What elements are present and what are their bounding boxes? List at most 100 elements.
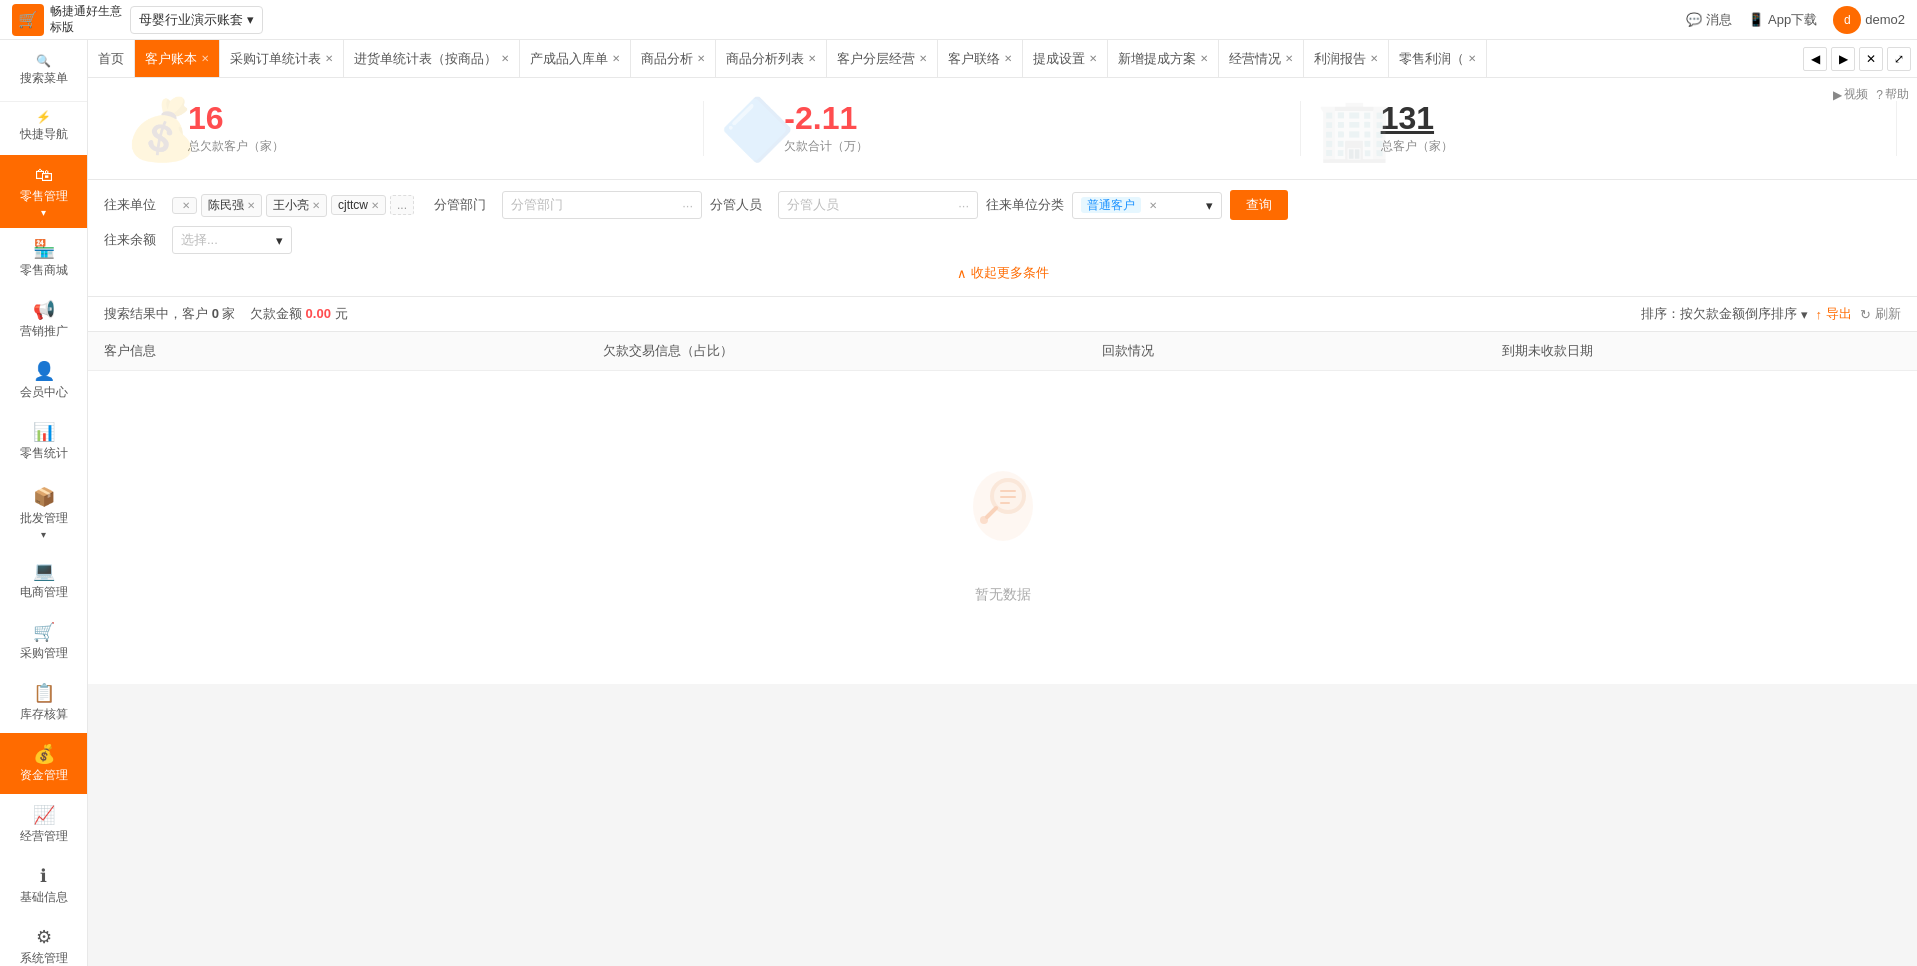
tab-prev-button[interactable]: ◀ (1803, 47, 1827, 71)
tab-close-product-analysis-list[interactable]: ✕ (808, 53, 816, 64)
sidebar-item-retail-mall[interactable]: 🏪 零售商城 (0, 228, 87, 289)
marketing-icon: 📢 (33, 299, 55, 321)
staff-select[interactable]: 分管人员 ··· (778, 191, 978, 219)
sidebar-search-area: 🔍 搜索菜单 (0, 40, 87, 102)
tag-wang-close[interactable]: ✕ (312, 200, 320, 211)
sidebar-item-basic-info[interactable]: ℹ 基础信息 (0, 855, 87, 916)
tab-customer-contact[interactable]: 客户联络 ✕ (938, 40, 1023, 78)
sidebar: 🔍 搜索菜单 ⚡ 快捷导航 🛍 零售管理 ▾ 🏪 零售商城 📢 营销推广 👤 会… (0, 40, 88, 966)
tab-home[interactable]: 首页 (88, 40, 135, 78)
unit-category-label: 往来单位分类 (986, 196, 1064, 214)
tag-more[interactable]: ... (390, 195, 414, 215)
tab-close-purchase-incoming[interactable]: ✕ (501, 53, 509, 64)
sidebar-item-member-center[interactable]: 👤 会员中心 (0, 350, 87, 411)
dept-select[interactable]: 分管部门 ··· (502, 191, 702, 219)
video-help-button[interactable]: ▶ 视频 (1833, 86, 1868, 103)
tag-empty-close[interactable]: ✕ (182, 200, 190, 211)
sidebar-item-finance[interactable]: 💰 资金管理 (0, 733, 87, 794)
tab-close-profit-report[interactable]: ✕ (1370, 53, 1378, 64)
avatar: d (1833, 6, 1861, 34)
filter-row-1: 往来单位 ✕ 陈民强 ✕ 王小亮 ✕ (104, 190, 1901, 220)
refresh-button[interactable]: ↻ 刷新 (1860, 305, 1901, 323)
quick-nav-button[interactable]: ⚡ 快捷导航 (0, 102, 87, 151)
sidebar-item-inventory[interactable]: 📋 库存核算 (0, 672, 87, 733)
top-bar: 🛒 畅捷通好生意 标版 母婴行业演示账套 ▾ 💬 消息 📱 App下载 d de… (0, 0, 1917, 40)
export-button[interactable]: ↑ 导出 (1816, 305, 1853, 323)
top-bar-left: 🛒 畅捷通好生意 标版 母婴行业演示账套 ▾ (12, 4, 263, 36)
tab-purchase-incoming[interactable]: 进货单统计表（按商品） ✕ (344, 40, 520, 78)
inventory-icon: 📋 (33, 682, 55, 704)
logo-icon: 🛒 (12, 4, 44, 36)
collapse-button[interactable]: ∧ 收起更多条件 (949, 260, 1057, 286)
search-menu-button[interactable]: 🔍 搜索菜单 (8, 48, 79, 93)
app-download-button[interactable]: 📱 App下载 (1748, 11, 1817, 29)
tab-close-customer-segmentation[interactable]: ✕ (919, 53, 927, 64)
tab-close-product-inbound[interactable]: ✕ (612, 53, 620, 64)
tab-business-situation[interactable]: 经营情况 ✕ (1219, 40, 1304, 78)
tag-cjttcw-close[interactable]: ✕ (371, 200, 379, 211)
data-table: 客户信息 欠款交易信息（占比） 回款情况 到期未收款日期 (88, 332, 1917, 684)
help-button[interactable]: ? 帮助 (1876, 86, 1909, 103)
tab-controls: ◀ ▶ ✕ ⤢ (1797, 47, 1917, 71)
unit-cat-tag-close[interactable]: ✕ (1149, 200, 1157, 211)
tab-close-customer-accounts[interactable]: ✕ (201, 53, 209, 64)
expand-icon-wholesale: ▾ (41, 529, 46, 540)
tab-expand-button[interactable]: ⤢ (1887, 47, 1911, 71)
finance-icon: 💰 (33, 743, 55, 765)
query-button[interactable]: 查询 (1230, 190, 1288, 220)
filter-area: 往来单位 ✕ 陈民强 ✕ 王小亮 ✕ (88, 180, 1917, 297)
tab-next-button[interactable]: ▶ (1831, 47, 1855, 71)
user-avatar-area[interactable]: d demo2 (1833, 6, 1905, 34)
sidebar-item-operations[interactable]: 📈 经营管理 (0, 794, 87, 855)
dept-filter-label: 分管部门 (434, 196, 494, 214)
sidebar-item-retail-stats[interactable]: 📊 零售统计 (0, 411, 87, 472)
sidebar-item-wholesale[interactable]: 📦 批发管理 ▾ (0, 476, 87, 550)
tab-close-all-button[interactable]: ✕ (1859, 47, 1883, 71)
tab-purchase-stats[interactable]: 采购订单统计表 ✕ (220, 40, 344, 78)
tab-close-retail-profit[interactable]: ✕ (1468, 53, 1476, 64)
sidebar-item-ecommerce[interactable]: 💻 电商管理 (0, 550, 87, 611)
summary-card-debtors: 💰 16 总欠款客户（家） (108, 94, 704, 163)
tab-product-inbound[interactable]: 产成品入库单 ✕ (520, 40, 631, 78)
balance-select[interactable]: 选择... ▾ (172, 226, 292, 254)
unit-cat-chevron: ▾ (1206, 198, 1213, 213)
tab-close-product-analysis[interactable]: ✕ (697, 53, 705, 64)
tab-close-promotion-settings[interactable]: ✕ (1089, 53, 1097, 64)
tab-close-customer-contact[interactable]: ✕ (1004, 53, 1012, 64)
nav-icon: ⚡ (36, 110, 51, 124)
member-icon: 👤 (33, 360, 55, 382)
empty-illustration (953, 451, 1053, 570)
tag-chen-close[interactable]: ✕ (247, 200, 255, 211)
tab-promotion-settings[interactable]: 提成设置 ✕ (1023, 40, 1108, 78)
tab-close-add-promotion[interactable]: ✕ (1200, 53, 1208, 64)
tab-customer-accounts[interactable]: 客户账本 ✕ (135, 40, 220, 78)
sidebar-item-marketing[interactable]: 📢 营销推广 (0, 289, 87, 350)
unit-category-select[interactable]: 普通客户 ✕ ▾ (1072, 192, 1222, 219)
col-header-debt: 欠款交易信息（占比） (603, 342, 1102, 360)
tab-profit-report[interactable]: 利润报告 ✕ (1304, 40, 1389, 78)
sidebar-item-system[interactable]: ⚙ 系统管理 (0, 916, 87, 966)
tab-add-promotion[interactable]: 新增提成方案 ✕ (1108, 40, 1219, 78)
total-debtors-label: 总欠款客户（家） (188, 138, 284, 155)
summary-card-debt-amount: 🔷 -2.11 欠款合计（万） (704, 94, 1300, 163)
tab-product-analysis[interactable]: 商品分析 ✕ (631, 40, 716, 78)
top-bar-right: 💬 消息 📱 App下载 d demo2 (1686, 6, 1905, 34)
message-button[interactable]: 💬 消息 (1686, 11, 1732, 29)
sort-button[interactable]: 排序：按欠款金额倒序排序 ▾ (1641, 305, 1808, 323)
ecommerce-icon: 💻 (33, 560, 55, 582)
staff-more-icon: ··· (958, 198, 969, 213)
sidebar-item-purchase[interactable]: 🛒 采购管理 (0, 611, 87, 672)
tab-retail-profit[interactable]: 零售利润（ ✕ (1389, 40, 1487, 78)
content-area: 首页 客户账本 ✕ 采购订单统计表 ✕ 进货单统计表（按商品） ✕ 产成品入库单… (88, 40, 1917, 966)
tab-product-analysis-list[interactable]: 商品分析列表 ✕ (716, 40, 827, 78)
tab-close-business-situation[interactable]: ✕ (1285, 53, 1293, 64)
store-selector[interactable]: 母婴行业演示账套 ▾ (130, 6, 263, 34)
tab-customer-segmentation[interactable]: 客户分层经营 ✕ (827, 40, 938, 78)
unit-filter-tags: ✕ 陈民强 ✕ 王小亮 ✕ cjttcw ✕ (172, 194, 414, 217)
sidebar-item-retail-mgmt[interactable]: 🛍 零售管理 ▾ (0, 155, 87, 228)
tab-close-purchase-stats[interactable]: ✕ (325, 53, 333, 64)
system-icon: ⚙ (36, 926, 52, 948)
download-icon: 📱 (1748, 12, 1764, 27)
message-icon: 💬 (1686, 12, 1702, 27)
refresh-icon: ↻ (1860, 307, 1871, 322)
